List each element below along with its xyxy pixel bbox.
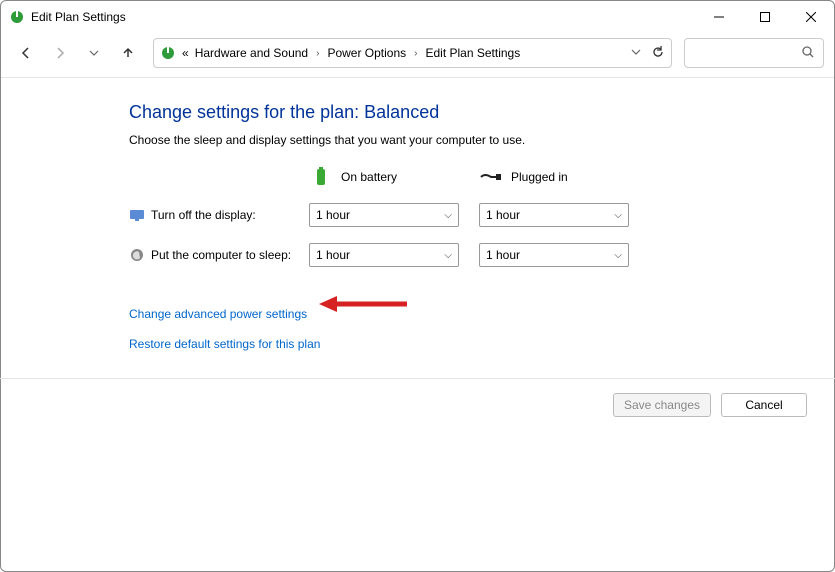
display-battery-select[interactable]: 1 hour ⌵ [309,203,459,227]
sleep-plugged-select[interactable]: 1 hour ⌵ [479,243,629,267]
chevron-down-icon: ⌵ [614,210,622,221]
maximize-button[interactable] [742,1,788,33]
recent-dropdown[interactable] [79,38,109,68]
sleep-battery-select[interactable]: 1 hour ⌵ [309,243,459,267]
chevron-down-icon: ⌵ [444,210,452,221]
location-icon [160,45,176,61]
breadcrumb-item[interactable]: Hardware and Sound [195,46,308,60]
up-button[interactable] [113,38,143,68]
window-title: Edit Plan Settings [31,10,696,24]
content-area: Change settings for the plan: Balanced C… [1,78,834,351]
battery-icon [309,165,333,189]
minimize-button[interactable] [696,1,742,33]
column-header-battery: On battery [341,170,397,184]
search-icon [801,45,815,62]
address-bar[interactable]: « Hardware and Sound › Power Options › E… [153,38,672,68]
annotation-arrow [319,294,409,317]
row-label-display: Turn off the display: [151,208,256,222]
nav-toolbar: « Hardware and Sound › Power Options › E… [1,33,834,73]
breadcrumb-item[interactable]: Edit Plan Settings [426,46,521,60]
page-subtext: Choose the sleep and display settings th… [129,133,794,147]
column-header-plugged: Plugged in [511,170,568,184]
page-heading: Change settings for the plan: Balanced [129,102,794,123]
breadcrumb-prefix: « [182,46,189,60]
chevron-down-icon: ⌵ [444,250,452,261]
restore-defaults-link[interactable]: Restore default settings for this plan [129,337,794,351]
advanced-settings-link[interactable]: Change advanced power settings [129,307,794,321]
chevron-right-icon: › [316,48,319,59]
chevron-right-icon: › [414,48,417,59]
back-button[interactable] [11,38,41,68]
breadcrumb-item[interactable]: Power Options [327,46,406,60]
sleep-icon [129,247,145,263]
display-plugged-select[interactable]: 1 hour ⌵ [479,203,629,227]
cancel-button[interactable]: Cancel [721,393,807,417]
chevron-down-icon: ⌵ [614,250,622,261]
save-button: Save changes [613,393,711,417]
refresh-button[interactable] [651,45,665,62]
search-box[interactable] [684,38,824,68]
forward-button[interactable] [45,38,75,68]
chevron-down-icon[interactable] [631,46,641,60]
display-icon [129,207,145,223]
app-icon [9,9,25,25]
row-label-sleep: Put the computer to sleep: [151,248,291,262]
plug-icon [479,165,503,189]
close-button[interactable] [788,1,834,33]
footer-bar: Save changes Cancel [0,378,835,430]
window-titlebar: Edit Plan Settings [1,1,834,33]
